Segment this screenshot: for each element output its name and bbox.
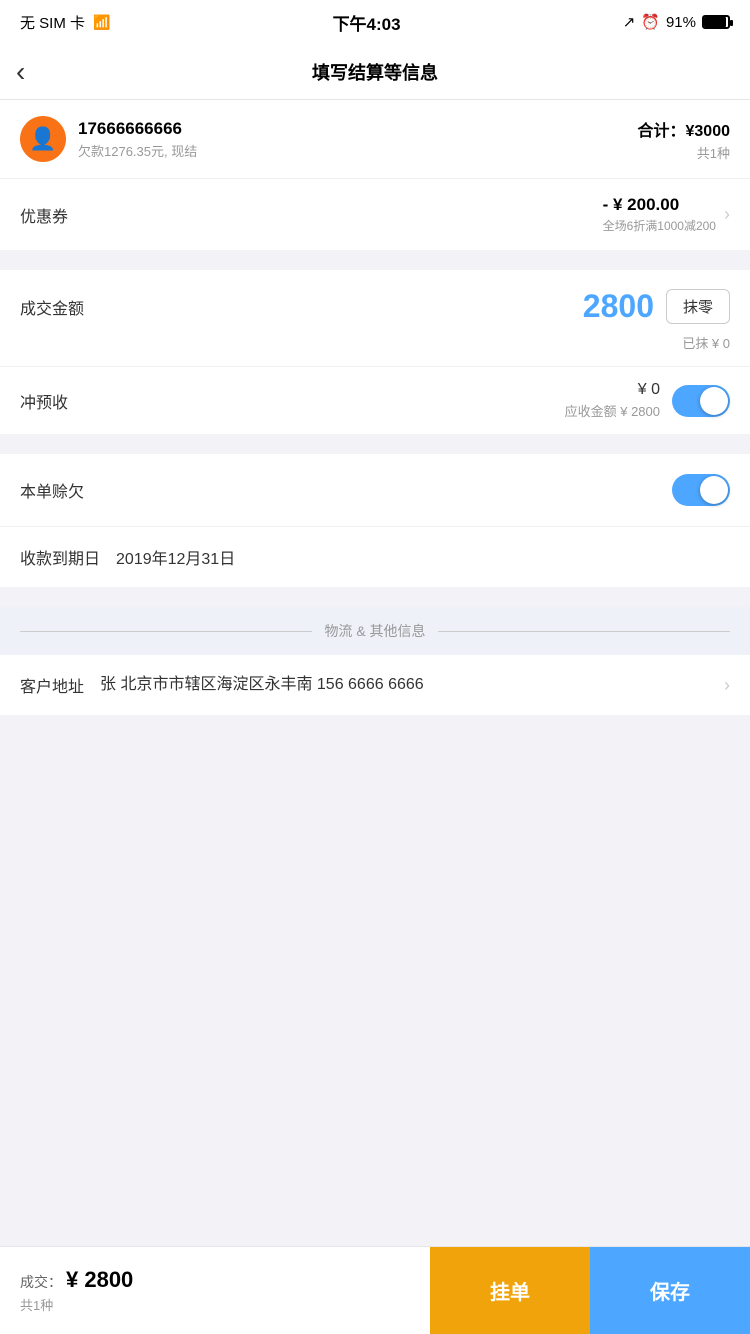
section-divider-3 [0,597,750,607]
prepayment-row: 冲预收 ¥ 0 应收金额 ¥ 2800 [0,366,750,434]
section-divider-1 [0,260,750,270]
nav-bar: ‹ 填写结算等信息 [0,44,750,100]
bottom-deal-value: ¥ 2800 [66,1267,133,1293]
coupon-right: - ¥ 200.00 全场6折满1000减200 › [603,195,730,234]
bottom-info: 成交： ¥ 2800 共1种 [0,1267,430,1314]
total-value: 合计：¥3000 [638,117,731,141]
debt-toggle-knob [700,476,728,504]
customer-total: 合计：¥3000 共1种 [638,117,731,162]
total-count: 共1种 [638,143,731,162]
wifi-icon: 📶 [93,14,110,31]
customer-card: 👤 17666666666 欠款1276.35元, 现结 合计：¥3000 共1… [0,100,750,250]
amount-label: 成交金额 [20,295,84,319]
prepayment-info: ¥ 0 应收金额 ¥ 2800 [565,381,660,420]
prepayment-right: ¥ 0 应收金额 ¥ 2800 [565,381,730,420]
prepayment-sub: 应收金额 ¥ 2800 [565,401,660,420]
battery-icon [702,15,730,29]
back-button[interactable]: ‹ [16,58,25,86]
customer-phone: 17666666666 [78,119,197,139]
bottom-count: 共1种 [20,1295,410,1314]
coupon-discount: - ¥ 200.00 [603,195,716,215]
due-date-row: 收款到期日 2019年12月31日 [0,526,750,587]
bottom-deal-label: 成交： [20,1272,62,1292]
coupon-desc: 全场6折满1000减200 [603,217,716,234]
carrier-label: 无 SIM 卡 [20,12,85,33]
status-left: 无 SIM 卡 📶 [20,12,110,33]
save-button[interactable]: 保存 [590,1247,750,1334]
coupon-info: - ¥ 200.00 全场6折满1000减200 [603,195,716,234]
logistics-line-left [20,631,312,632]
address-label: 客户地址 [20,673,90,697]
prepayment-label: 冲预收 [20,389,68,413]
battery-percent: 91% [666,14,696,31]
prepayment-toggle-knob [700,387,728,415]
location-icon: ↗ [623,13,636,31]
round-zero-button[interactable]: 抹零 [666,289,730,324]
bottom-bar: 成交： ¥ 2800 共1种 挂单 保存 [0,1246,750,1334]
status-bar: 无 SIM 卡 📶 下午4:03 ↗ ⏰ 91% [0,0,750,44]
debt-row: 本单赊欠 [0,454,750,526]
avatar: 👤 [20,116,66,162]
due-date-label: 收款到期日 [20,545,100,569]
avatar-icon: 👤 [29,126,56,152]
hang-order-button[interactable]: 挂单 [430,1247,590,1334]
status-time: 下午4:03 [333,10,401,35]
bottom-padding [0,715,750,915]
address-chevron-icon: › [724,675,730,696]
customer-left: 👤 17666666666 欠款1276.35元, 现结 [20,116,197,162]
coupon-row[interactable]: 优惠券 - ¥ 200.00 全场6折满1000减200 › [0,179,750,250]
content-area: 👤 17666666666 欠款1276.35元, 现结 合计：¥3000 共1… [0,100,750,1005]
address-row[interactable]: 客户地址 张 北京市市辖区海淀区永丰南 156 6666 6666 › [0,655,750,715]
logistics-line-right [438,631,730,632]
prepayment-amount: ¥ 0 [565,381,660,399]
debt-toggle[interactable] [672,474,730,506]
logistics-section: 物流 & 其他信息 [0,607,750,655]
coupon-label: 优惠券 [20,203,68,227]
alarm-icon: ⏰ [641,13,660,31]
prepayment-toggle[interactable] [672,385,730,417]
due-date-value: 2019年12月31日 [116,545,235,569]
customer-row: 👤 17666666666 欠款1276.35元, 现结 合计：¥3000 共1… [0,100,750,179]
amount-card: 成交金额 2800 抹零 已抹 ¥ 0 冲预收 ¥ 0 应收金额 ¥ 2800 [0,270,750,434]
logistics-label: 物流 & 其他信息 [324,621,425,641]
address-value: 张 北京市市辖区海淀区永丰南 156 6666 6666 [100,673,716,697]
customer-debt: 欠款1276.35元, 现结 [78,141,197,160]
amount-sub: 已抹 ¥ 0 [0,331,750,366]
amount-value: 2800 [583,288,654,325]
debt-card: 本单赊欠 收款到期日 2019年12月31日 [0,454,750,587]
status-right: ↗ ⏰ 91% [623,13,730,31]
customer-info: 17666666666 欠款1276.35元, 现结 [78,119,197,160]
amount-right: 2800 抹零 [583,288,730,325]
bottom-deal: 成交： ¥ 2800 [20,1267,410,1293]
debt-label: 本单赊欠 [20,478,84,502]
amount-row: 成交金额 2800 抹零 [0,270,750,331]
page-title: 填写结算等信息 [312,59,438,85]
coupon-chevron-icon: › [724,204,730,225]
section-divider-2 [0,444,750,454]
